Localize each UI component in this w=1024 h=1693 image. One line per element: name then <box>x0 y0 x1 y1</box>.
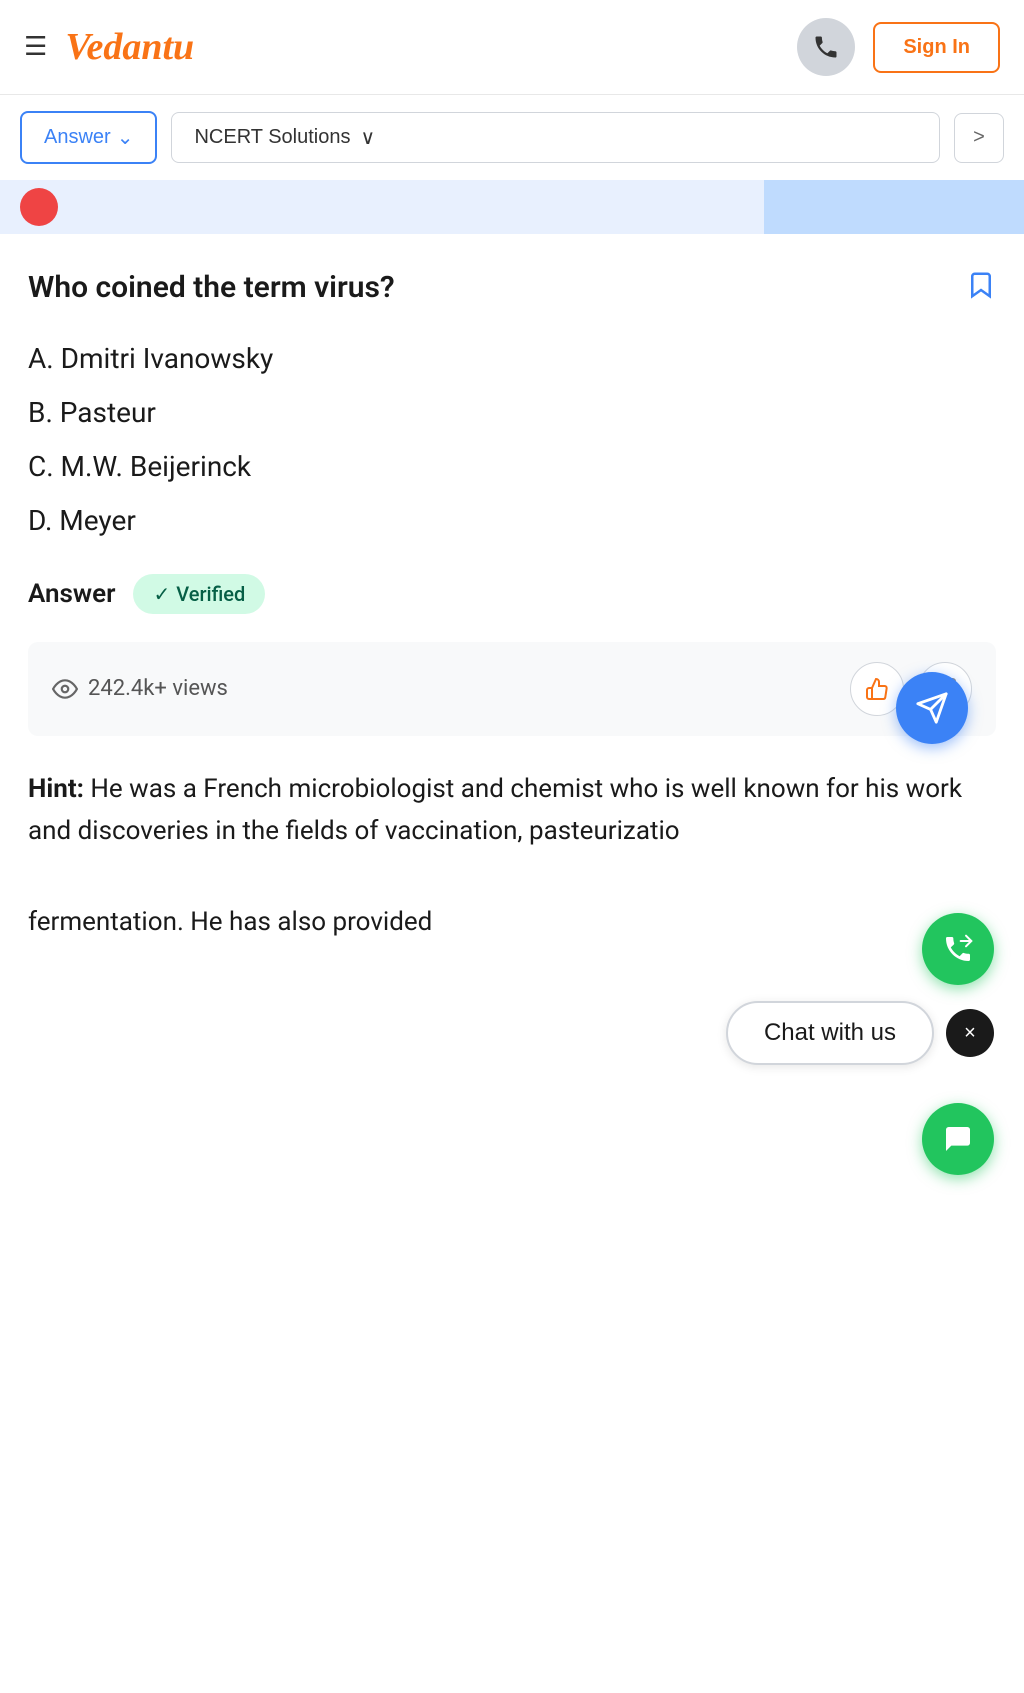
hint-text: He was a French microbiologist and chemi… <box>28 774 962 847</box>
red-dot <box>20 188 58 226</box>
tab-answer[interactable]: Answer ⌄ <box>20 111 157 164</box>
main-content: Who coined the term virus? A. Dmitri Iva… <box>0 234 1024 893</box>
tab-bar: Answer ⌄ NCERT Solutions ∨ > <box>0 95 1024 180</box>
stats-area: 242.4k+ views <box>28 642 996 736</box>
option-a: A. Dmitri Ivanowsky <box>28 338 996 380</box>
question-header: Who coined the term virus? <box>28 266 996 310</box>
option-d: D. Meyer <box>28 500 996 542</box>
answer-label: Answer <box>28 579 115 609</box>
option-b: B. Pasteur <box>28 392 996 434</box>
bottom-green-fab[interactable] <box>922 1103 994 1175</box>
header: ☰ Vedantu Sign In <box>0 0 1024 95</box>
chat-icon <box>942 1123 974 1155</box>
progress-bar <box>764 180 1024 234</box>
options-list: A. Dmitri Ivanowsky B. Pasteur C. M.W. B… <box>28 338 996 542</box>
hamburger-icon[interactable]: ☰ <box>24 34 47 60</box>
verified-badge: ✓ Verified <box>133 574 265 614</box>
tab-ncert-label: NCERT Solutions <box>194 126 350 149</box>
phone-icon <box>812 33 840 61</box>
bottom-area <box>0 1093 1024 1213</box>
verified-label: Verified <box>176 582 245 606</box>
logo: Vedantu <box>65 25 779 69</box>
ncert-chevron-icon: ∨ <box>360 125 375 150</box>
tab-ncert[interactable]: NCERT Solutions ∨ <box>171 112 940 163</box>
tab-arrow-button[interactable]: > <box>954 113 1004 163</box>
bookmark-icon[interactable] <box>966 270 996 307</box>
question-text-content: Who coined the term virus? <box>28 270 395 305</box>
arrow-icon: > <box>973 126 985 149</box>
eye-icon <box>52 676 78 702</box>
stats-row: 242.4k+ views <box>28 642 996 736</box>
answer-row: Answer ✓ Verified <box>28 574 996 614</box>
phone-button[interactable] <box>797 18 855 76</box>
verified-check: ✓ <box>153 582 170 606</box>
fermentation-text: fermentation. He has also provided <box>28 893 996 944</box>
share-fab-button[interactable] <box>896 672 968 744</box>
close-chat-button[interactable]: × <box>946 1009 994 1057</box>
floating-area: fermentation. He has also provided Chat … <box>0 893 1024 1093</box>
call-fab-button[interactable] <box>922 913 994 985</box>
question-text: Who coined the term virus? <box>28 266 950 310</box>
call-fab-icon <box>942 933 974 965</box>
chat-with-us-button[interactable]: Chat with us <box>726 1001 934 1065</box>
send-icon <box>915 691 949 725</box>
views-text: 242.4k+ views <box>52 676 228 702</box>
sign-in-button[interactable]: Sign In <box>873 22 1000 73</box>
hint-bold-label: Hint: <box>28 774 84 804</box>
option-c: C. M.W. Beijerinck <box>28 446 996 488</box>
thumbs-up-icon <box>865 677 889 701</box>
answer-chevron-icon: ⌄ <box>117 125 134 150</box>
tab-answer-label: Answer <box>44 126 111 149</box>
chat-pill-container: Chat with us × <box>726 1001 994 1065</box>
hint-section: Hint: He was a French microbiologist and… <box>28 768 996 854</box>
progress-area <box>0 180 1024 234</box>
